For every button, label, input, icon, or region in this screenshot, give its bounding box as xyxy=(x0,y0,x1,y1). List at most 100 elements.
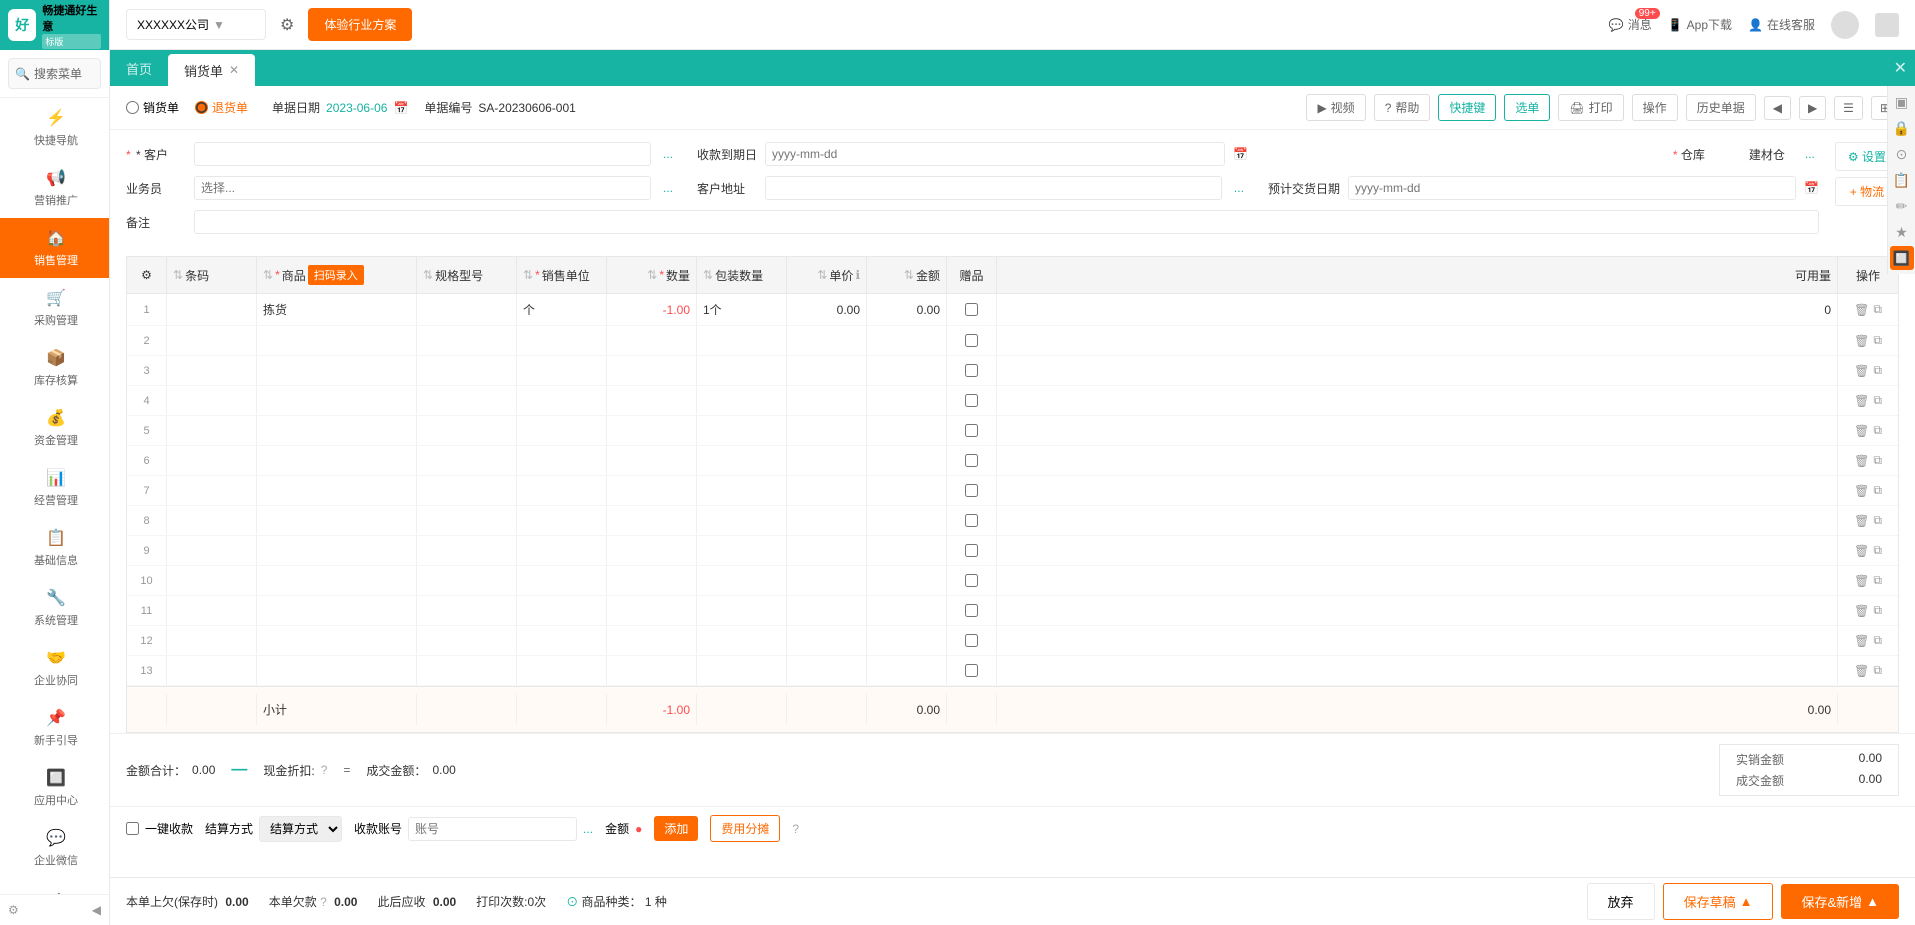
sidebar-item-guide[interactable]: 📌 新手引导 xyxy=(0,698,109,758)
row-spec[interactable] xyxy=(417,446,517,475)
row-price-1[interactable]: 0.00 xyxy=(787,294,867,325)
row-spec[interactable] xyxy=(417,326,517,355)
next-btn[interactable]: ▶ xyxy=(1799,96,1826,120)
close-tab-icon[interactable]: ✕ xyxy=(1894,58,1907,78)
copy-icon[interactable]: ⧉ xyxy=(1873,663,1882,678)
row-pack[interactable] xyxy=(697,506,787,535)
expenses-button[interactable]: 费用分摊 xyxy=(710,815,780,842)
message-button[interactable]: 💬 消息 99+ xyxy=(1609,16,1652,33)
copy-icon[interactable]: ⧉ xyxy=(1873,633,1882,648)
row-product[interactable] xyxy=(257,446,417,475)
row-unit[interactable] xyxy=(517,446,607,475)
row-barcode-1[interactable] xyxy=(167,294,257,325)
sidebar-item-appstore[interactable]: 🔲 应用中心 xyxy=(0,758,109,818)
payment-method-select[interactable]: 结算方式 xyxy=(259,816,342,842)
collapse-icon[interactable]: ◀ xyxy=(92,903,101,917)
row-amount[interactable] xyxy=(867,446,947,475)
one-click-checkbox[interactable] xyxy=(126,822,139,835)
product-type-icon[interactable]: ⊙ xyxy=(566,895,578,909)
row-price[interactable] xyxy=(787,446,867,475)
copy-icon[interactable]: ⧉ xyxy=(1873,363,1882,378)
row-pack[interactable] xyxy=(697,626,787,655)
right-panel-btn-2[interactable]: 🔒 xyxy=(1890,116,1914,140)
delete-icon[interactable]: 🗑 xyxy=(1854,364,1869,378)
delete-icon[interactable]: 🗑 xyxy=(1854,544,1869,558)
copy-icon[interactable]: ⧉ xyxy=(1873,513,1882,528)
radio-return-input[interactable] xyxy=(195,101,208,114)
row-unit[interactable] xyxy=(517,506,607,535)
row-pack[interactable] xyxy=(697,656,787,685)
row-amount[interactable] xyxy=(867,356,947,385)
row-product-1[interactable]: 拣货 xyxy=(257,294,417,325)
row-barcode[interactable] xyxy=(167,506,257,535)
row-amount[interactable] xyxy=(867,506,947,535)
search-menu-button[interactable]: 🔍 搜索菜单 xyxy=(8,58,101,89)
delete-icon[interactable]: 🗑 xyxy=(1854,334,1869,348)
row-amount[interactable] xyxy=(867,476,947,505)
row-gift[interactable] xyxy=(947,446,997,475)
header-settings-icon[interactable]: ⚙ xyxy=(274,9,300,41)
row-amount[interactable] xyxy=(867,596,947,625)
row-spec[interactable] xyxy=(417,356,517,385)
calendar-icon[interactable]: 📅 xyxy=(393,101,408,115)
tab-sales-order[interactable]: 销货单 ✕ xyxy=(168,54,255,86)
row-spec[interactable] xyxy=(417,476,517,505)
col-header-settings[interactable]: ⚙ xyxy=(127,257,167,293)
row-pack[interactable] xyxy=(697,476,787,505)
row-spec[interactable] xyxy=(417,596,517,625)
row-gift[interactable] xyxy=(947,506,997,535)
notes-input[interactable] xyxy=(194,210,1819,234)
copy-icon[interactable]: ⧉ xyxy=(1873,543,1882,558)
expenses-help-icon[interactable]: ? xyxy=(792,822,799,836)
shortcut-btn[interactable]: 快捷键 xyxy=(1438,94,1496,121)
row-qty[interactable] xyxy=(607,656,697,685)
trial-button[interactable]: 体验行业方案 xyxy=(308,8,412,41)
row-gift[interactable] xyxy=(947,326,997,355)
row-spec[interactable] xyxy=(417,566,517,595)
video-btn[interactable]: ▶ 视频 xyxy=(1306,94,1365,121)
row-product[interactable] xyxy=(257,566,417,595)
row-gift[interactable] xyxy=(947,416,997,445)
row-qty[interactable] xyxy=(607,536,697,565)
row-price[interactable] xyxy=(787,626,867,655)
copy-icon[interactable]: ⧉ xyxy=(1873,302,1882,317)
delivery-date-calendar-icon[interactable]: 📅 xyxy=(1804,181,1819,195)
online-service-button[interactable]: 👤 在线客服 xyxy=(1748,16,1815,33)
user-avatar[interactable] xyxy=(1831,11,1859,39)
history-btn[interactable]: 历史单据 xyxy=(1686,94,1756,121)
copy-icon[interactable]: ⧉ xyxy=(1873,423,1882,438)
copy-icon[interactable]: ⧉ xyxy=(1873,573,1882,588)
row-unit[interactable] xyxy=(517,386,607,415)
delete-icon[interactable]: 🗑 xyxy=(1854,634,1869,648)
radio-sales[interactable]: 销货单 xyxy=(126,99,179,116)
company-selector[interactable]: XXXXXX公司 ▼ xyxy=(126,9,266,40)
row-gift[interactable] xyxy=(947,386,997,415)
row-price[interactable] xyxy=(787,386,867,415)
row-gift[interactable] xyxy=(947,626,997,655)
row-qty[interactable] xyxy=(607,626,697,655)
row-qty[interactable] xyxy=(607,386,697,415)
sidebar-item-marketing[interactable]: 📢 营销推广 xyxy=(0,158,109,218)
row-spec[interactable] xyxy=(417,626,517,655)
select-order-btn[interactable]: 选单 xyxy=(1504,94,1550,121)
row-price[interactable] xyxy=(787,506,867,535)
row-gift[interactable] xyxy=(947,596,997,625)
list-view-btn[interactable]: ☰ xyxy=(1834,96,1863,120)
user-menu-icon[interactable] xyxy=(1875,13,1899,37)
tab-close-icon[interactable]: ✕ xyxy=(229,63,239,77)
delivery-date-input[interactable] xyxy=(1348,176,1796,200)
sidebar-item-basics[interactable]: 📋 基础信息 xyxy=(0,518,109,578)
right-panel-btn-5[interactable]: ✏ xyxy=(1890,194,1914,218)
delete-icon[interactable]: 🗑 xyxy=(1854,454,1869,468)
row-amount-1[interactable]: 0.00 xyxy=(867,294,947,325)
row-amount[interactable] xyxy=(867,566,947,595)
discount-help-icon[interactable]: ? xyxy=(321,763,328,777)
row-price[interactable] xyxy=(787,326,867,355)
row-pack[interactable] xyxy=(697,566,787,595)
row-price[interactable] xyxy=(787,566,867,595)
sidebar-item-system[interactable]: 🔧 系统管理 xyxy=(0,578,109,638)
address-more-icon[interactable]: ... xyxy=(1230,181,1248,195)
due-date-input[interactable] xyxy=(765,142,1225,166)
row-price[interactable] xyxy=(787,416,867,445)
row-product[interactable] xyxy=(257,326,417,355)
